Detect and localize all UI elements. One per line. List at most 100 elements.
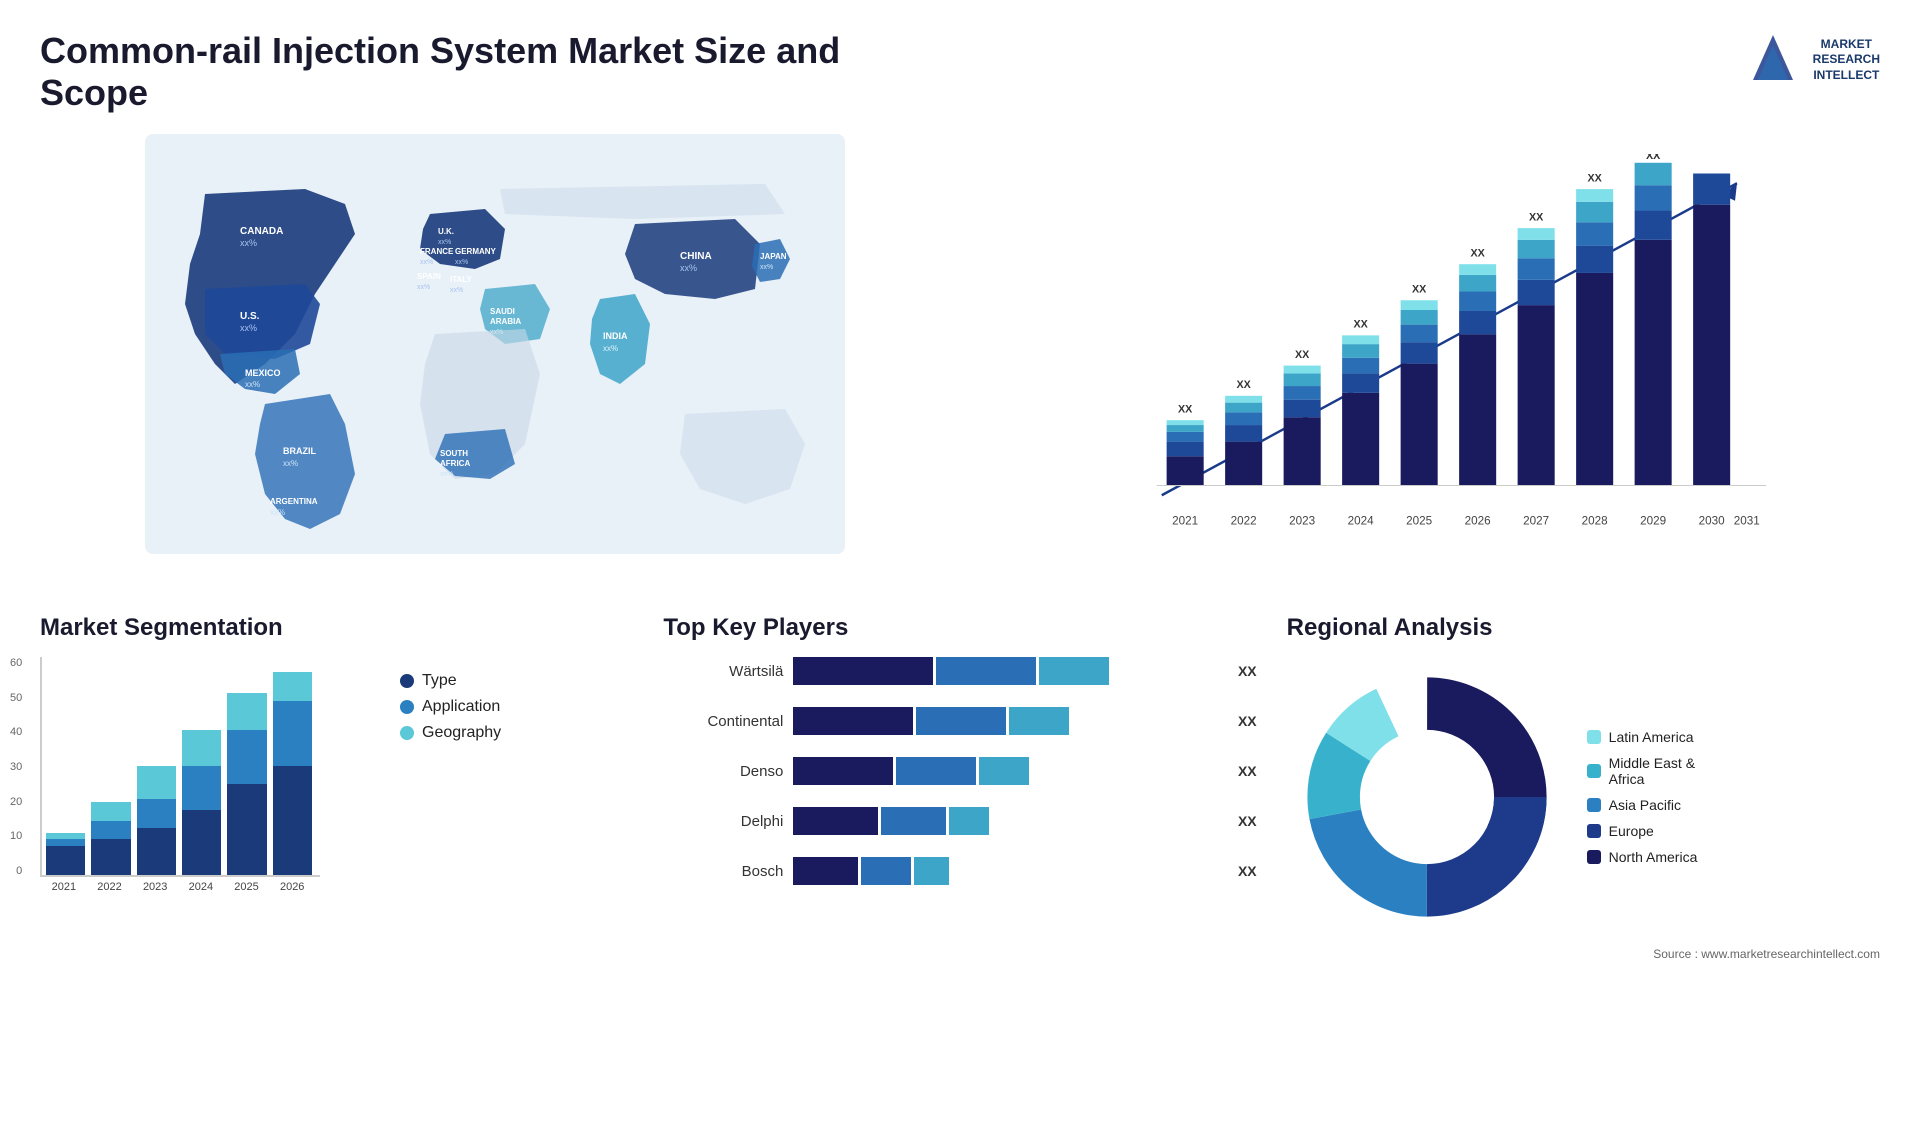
svg-text:XX: XX <box>1353 319 1368 331</box>
player-label-bosch: XX <box>1238 863 1257 879</box>
seg-type-2025 <box>227 784 266 875</box>
svg-text:xx%: xx% <box>283 459 298 468</box>
player-bar-seg1 <box>793 807 878 835</box>
players-list: Wärtsilä XX Continental XX <box>663 657 1256 895</box>
player-row-wartsila: Wärtsilä XX <box>663 657 1256 685</box>
player-bar-seg2 <box>896 757 976 785</box>
player-label-wartsila: XX <box>1238 663 1257 679</box>
legend-application: Application <box>400 698 501 716</box>
legend-asia-pacific: Asia Pacific <box>1587 797 1698 813</box>
player-bar-seg3 <box>1039 657 1109 685</box>
svg-text:MEXICO: MEXICO <box>245 368 281 378</box>
donut-container: Latin America Middle East &Africa Asia P… <box>1287 657 1880 937</box>
page-title: Common-rail Injection System Market Size… <box>40 30 940 114</box>
y-label-20: 20 <box>10 796 22 808</box>
player-bars-wartsila <box>793 657 1222 685</box>
y-label-0: 0 <box>16 865 22 877</box>
regional-title: Regional Analysis <box>1287 614 1880 642</box>
key-players-section: Top Key Players Wärtsilä XX Continental <box>663 614 1256 961</box>
regional-legend: Latin America Middle East &Africa Asia P… <box>1587 729 1698 865</box>
bar-chart-section: XX XX XX XX <box>970 134 1880 584</box>
seg-x-2021: 2021 <box>44 881 84 893</box>
seg-bar-2026 <box>273 657 312 875</box>
svg-text:xx%: xx% <box>240 323 257 333</box>
svg-text:SAUDI: SAUDI <box>490 307 515 316</box>
legend-application-dot <box>400 700 414 714</box>
seg-geo-2023 <box>137 766 176 799</box>
legend-europe-label: Europe <box>1609 823 1654 839</box>
segmentation-title: Market Segmentation <box>40 614 633 642</box>
seg-x-2023: 2023 <box>135 881 175 893</box>
legend-application-label: Application <box>422 698 500 716</box>
y-label-60: 60 <box>10 657 22 669</box>
player-bar-seg2 <box>881 807 946 835</box>
legend-north-america-dot <box>1587 850 1601 864</box>
svg-text:xx%: xx% <box>603 344 618 353</box>
player-bar-seg2 <box>861 857 911 885</box>
source-text: Source : www.marketresearchintellect.com <box>1287 947 1880 961</box>
svg-text:XX: XX <box>1470 247 1485 259</box>
svg-text:xx%: xx% <box>240 238 257 248</box>
svg-text:xx%: xx% <box>420 259 433 266</box>
svg-text:XX: XX <box>1236 379 1251 391</box>
logo-area: MARKET RESEARCH INTELLECT <box>1743 30 1880 90</box>
svg-text:XX: XX <box>1646 154 1661 162</box>
legend-latin-america-label: Latin America <box>1609 729 1694 745</box>
svg-text:SOUTH: SOUTH <box>440 449 468 458</box>
seg-geo-2025 <box>227 693 266 729</box>
segmentation-legend: Type Application Geography <box>400 672 501 742</box>
svg-text:U.K.: U.K. <box>438 227 454 236</box>
player-bar-seg2 <box>916 707 1006 735</box>
svg-text:2028: 2028 <box>1582 515 1608 528</box>
logo-icon <box>1743 30 1803 90</box>
player-bar-seg2 <box>936 657 1036 685</box>
seg-type-2021 <box>46 846 85 875</box>
player-row-continental: Continental XX <box>663 707 1256 735</box>
seg-bar-2022 <box>91 657 130 875</box>
svg-text:AFRICA: AFRICA <box>440 459 470 468</box>
svg-text:SPAIN: SPAIN <box>417 272 441 281</box>
player-bar-seg3 <box>949 807 989 835</box>
svg-text:ITALY: ITALY <box>450 275 472 284</box>
svg-text:2022: 2022 <box>1231 515 1257 528</box>
seg-geo-2026 <box>273 672 312 701</box>
map-svg: CANADA xx% U.S. xx% MEXICO xx% BRAZIL xx… <box>40 134 950 554</box>
svg-text:xx%: xx% <box>417 284 430 291</box>
y-label-30: 30 <box>10 761 22 773</box>
seg-bar-2021 <box>46 657 85 875</box>
seg-app-2026 <box>273 701 312 766</box>
svg-text:2025: 2025 <box>1406 515 1433 528</box>
svg-text:2023: 2023 <box>1289 515 1315 528</box>
svg-text:CHINA: CHINA <box>680 251 712 262</box>
y-label-50: 50 <box>10 692 22 704</box>
player-name-bosch: Bosch <box>663 863 783 880</box>
player-label-delphi: XX <box>1238 813 1257 829</box>
svg-text:FRANCE: FRANCE <box>420 247 454 256</box>
legend-type-dot <box>400 674 414 688</box>
seg-app-2023 <box>137 799 176 828</box>
legend-middle-east-dot <box>1587 764 1601 778</box>
svg-text:xx%: xx% <box>760 264 773 271</box>
logo-text: MARKET RESEARCH INTELLECT <box>1813 37 1880 84</box>
svg-text:XX: XX <box>1587 172 1602 184</box>
svg-text:2026: 2026 <box>1465 515 1491 528</box>
seg-x-2024: 2024 <box>181 881 221 893</box>
seg-type-2022 <box>91 839 130 875</box>
svg-text:ARGENTINA: ARGENTINA <box>270 497 318 506</box>
svg-text:XX: XX <box>1295 349 1310 361</box>
svg-text:xx%: xx% <box>438 239 451 246</box>
legend-asia-label: Asia Pacific <box>1609 797 1681 813</box>
legend-north-america-label: North America <box>1609 849 1698 865</box>
legend-north-america: North America <box>1587 849 1698 865</box>
player-bar-seg3 <box>979 757 1029 785</box>
legend-latin-america: Latin America <box>1587 729 1698 745</box>
player-bar-seg3 <box>914 857 949 885</box>
player-row-delphi: Delphi XX <box>663 807 1256 835</box>
seg-bar-2023 <box>137 657 176 875</box>
svg-text:xx%: xx% <box>450 287 463 294</box>
player-bars-denso <box>793 757 1222 785</box>
player-bar-seg1 <box>793 857 858 885</box>
svg-text:ARABIA: ARABIA <box>490 317 521 326</box>
svg-text:BRAZIL: BRAZIL <box>283 446 316 456</box>
svg-text:U.S.: U.S. <box>240 311 260 322</box>
